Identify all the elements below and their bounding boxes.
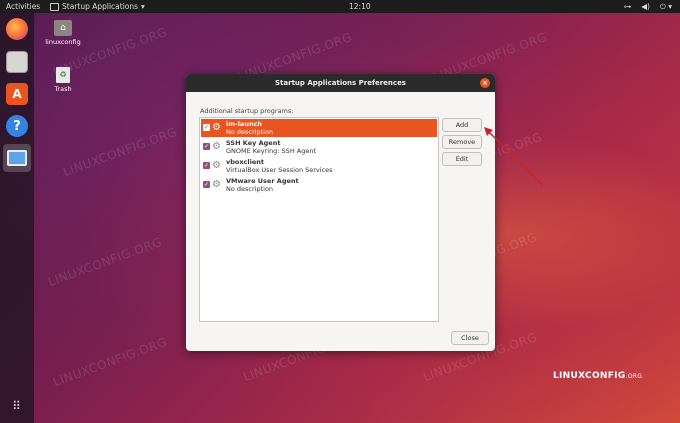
- top-bar: Activities Startup Applications ▾ 12:10 …: [0, 0, 680, 13]
- startup-programs-list[interactable]: ✓ ⚙ im-launch No description ✓ ⚙ SSH Key…: [199, 117, 439, 322]
- watermark: LINUXCONFIG.ORG: [46, 234, 165, 290]
- list-item[interactable]: ✓ ⚙ im-launch No description: [201, 119, 437, 137]
- program-name: SSH Key Agent: [226, 139, 281, 147]
- program-description: VirtualBox User Session Services: [226, 166, 333, 174]
- volume-icon: ◀): [641, 2, 650, 11]
- system-tray[interactable]: ⊶ ◀) ⏻ ▾: [624, 0, 672, 13]
- dialog-titlebar: Startup Applications Preferences ×: [186, 74, 495, 92]
- app-menu-icon: [50, 2, 59, 11]
- power-icon: ⏻ ▾: [659, 2, 672, 11]
- startup-applications-icon[interactable]: [3, 144, 31, 172]
- program-name: vboxclient: [226, 158, 265, 166]
- activities-button[interactable]: Activities: [6, 0, 40, 13]
- home-folder[interactable]: ⌂ linuxconfig: [43, 20, 83, 46]
- program-description: GNOME Keyring: SSH Agent: [226, 147, 317, 155]
- files-icon[interactable]: [6, 51, 28, 73]
- home-folder-icon: ⌂: [54, 20, 72, 36]
- program-name: im-launch: [226, 120, 263, 128]
- home-folder-label: linuxconfig: [45, 38, 81, 46]
- close-button[interactable]: Close: [451, 331, 489, 345]
- app-menu[interactable]: Startup Applications ▾: [50, 0, 145, 13]
- add-button[interactable]: Add: [442, 118, 482, 132]
- trash-icon: ♻: [56, 67, 70, 83]
- list-label: Additional startup programs:: [200, 107, 294, 115]
- remove-button[interactable]: Remove: [442, 135, 482, 149]
- checkbox[interactable]: ✓: [203, 143, 210, 150]
- program-name: VMware User Agent: [226, 177, 299, 185]
- trash[interactable]: ♻ Trash: [43, 67, 83, 93]
- trash-label: Trash: [54, 85, 72, 93]
- show-applications-icon[interactable]: ⠿: [6, 395, 28, 417]
- logo-suffix: .ORG: [625, 373, 643, 380]
- watermark: LINUXCONFIG.ORG: [61, 124, 180, 180]
- app-menu-label: Startup Applications: [62, 2, 139, 11]
- linuxconfig-logo: LINUXCONFIG.ORG: [553, 371, 642, 381]
- close-icon[interactable]: ×: [480, 78, 490, 88]
- gears-icon: ⚙: [212, 179, 221, 190]
- program-description: No description: [226, 128, 274, 136]
- checkbox[interactable]: ✓: [203, 162, 210, 169]
- program-description: No description: [226, 185, 274, 193]
- list-item[interactable]: ✓ ⚙ VMware User Agent No description: [201, 176, 437, 194]
- dock: A ? ⠿: [0, 13, 34, 423]
- help-icon[interactable]: ?: [6, 115, 28, 137]
- gears-icon: ⚙: [212, 141, 221, 152]
- startup-applications-dialog: Startup Applications Preferences × Addit…: [186, 74, 495, 351]
- gears-icon: ⚙: [212, 122, 221, 133]
- chevron-down-icon: ▾: [141, 2, 145, 11]
- logo-main: LINUXCONFIG: [553, 371, 626, 381]
- software-icon[interactable]: A: [6, 83, 28, 105]
- gears-icon: ⚙: [212, 160, 221, 171]
- watermark: LINUXCONFIG.ORG: [51, 334, 170, 390]
- network-icon: ⊶: [623, 2, 632, 11]
- edit-button[interactable]: Edit: [442, 152, 482, 166]
- checkbox[interactable]: ✓: [203, 181, 210, 188]
- checkbox[interactable]: ✓: [203, 124, 210, 131]
- firefox-icon[interactable]: [6, 18, 28, 40]
- dialog-title: Startup Applications Preferences: [275, 79, 406, 87]
- clock[interactable]: 12:10: [349, 0, 371, 13]
- list-item[interactable]: ✓ ⚙ SSH Key Agent GNOME Keyring: SSH Age…: [201, 138, 437, 156]
- list-item[interactable]: ✓ ⚙ vboxclient VirtualBox User Session S…: [201, 157, 437, 175]
